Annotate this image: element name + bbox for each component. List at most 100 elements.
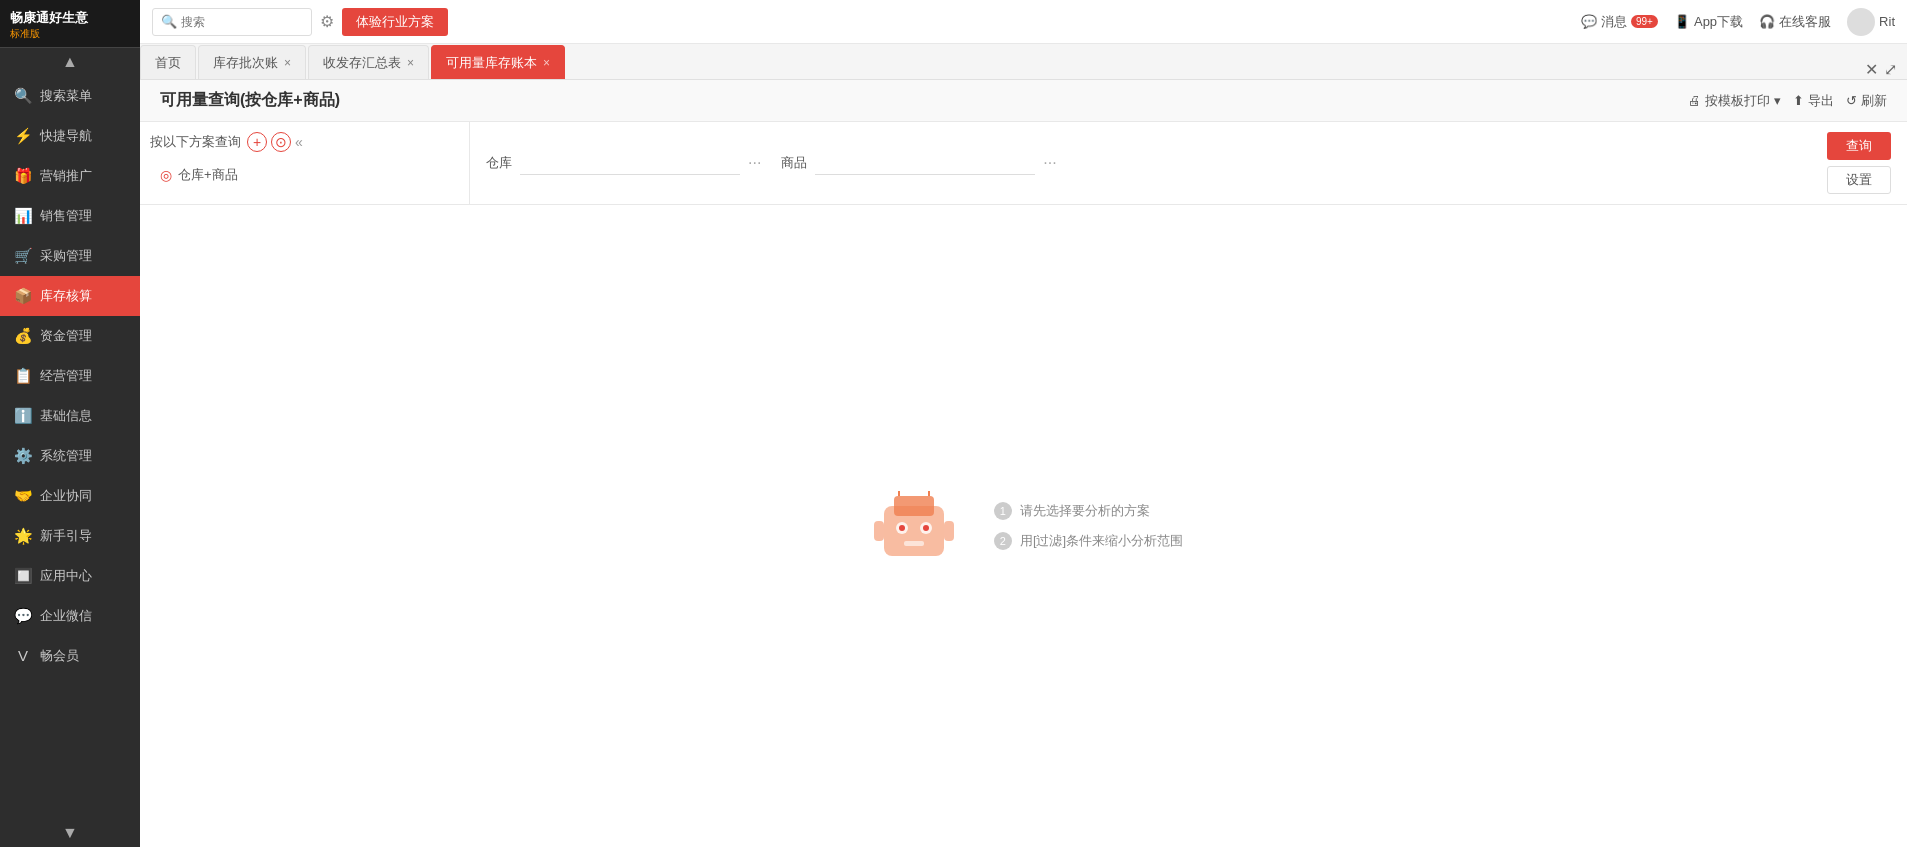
chevron-down-icon: ▾ [1774, 93, 1781, 108]
message-badge: 99+ [1631, 15, 1658, 28]
sidebar-item-sales[interactable]: 📊 销售管理 [0, 196, 140, 236]
scheme-item-warehouse-product[interactable]: ◎ 仓库+商品 [150, 160, 459, 190]
product-input[interactable] [815, 151, 1035, 175]
sidebar-item-label: 快捷导航 [40, 127, 92, 145]
close-icon[interactable]: × [407, 56, 414, 70]
tab-home[interactable]: 首页 [140, 45, 196, 79]
scheme-item-label: 仓库+商品 [178, 166, 238, 184]
chat-icon: 💬 [14, 607, 32, 625]
query-actions: 查询 设置 [1827, 132, 1891, 194]
tab-label: 收发存汇总表 [323, 54, 401, 72]
sidebar-item-system[interactable]: ⚙️ 系统管理 [0, 436, 140, 476]
sidebar-item-operations[interactable]: 📋 经营管理 [0, 356, 140, 396]
tab-batch-account[interactable]: 库存批次账 × [198, 45, 306, 79]
sidebar-item-basic[interactable]: ℹ️ 基础信息 [0, 396, 140, 436]
sidebar-item-search[interactable]: 🔍 搜索菜单 [0, 76, 140, 116]
app-download-button[interactable]: 📱 App下载 [1674, 13, 1743, 31]
settings-icon[interactable]: ⚙ [320, 12, 334, 31]
tip-text-2: 用[过滤]条件来缩小分析范围 [1020, 532, 1183, 550]
refresh-label: 刷新 [1861, 92, 1887, 110]
page-title: 可用量查询(按仓库+商品) [160, 90, 340, 111]
query-scheme-label: 按以下方案查询 [150, 133, 241, 151]
close-tab-button[interactable]: ✕ [1865, 60, 1878, 79]
warehouse-field-group: 仓库 ··· [486, 151, 761, 175]
expand-button[interactable]: ⤢ [1884, 60, 1897, 79]
close-icon[interactable]: × [284, 56, 291, 70]
product-more-button[interactable]: ··· [1043, 154, 1056, 172]
close-icon[interactable]: × [543, 56, 550, 70]
sidebar-scroll-down[interactable]: ▼ [0, 819, 140, 847]
add-scheme-button[interactable]: + [247, 132, 267, 152]
sidebar-item-finance[interactable]: 💰 资金管理 [0, 316, 140, 356]
username: Rit [1879, 14, 1895, 29]
tab-label: 首页 [155, 54, 181, 72]
gift-icon: 🎁 [14, 167, 32, 185]
cart-icon: 🛒 [14, 247, 32, 265]
query-section: 按以下方案查询 + ⊙ « ◎ 仓库+商品 仓库 ··· [140, 122, 1907, 205]
topbar-search-box[interactable]: 🔍 [152, 8, 312, 36]
main-area: 🔍 ⚙ 体验行业方案 💬 消息 99+ 📱 App下载 🎧 在线客服 Rit [140, 0, 1907, 847]
page-header-actions: 🖨 按模板打印 ▾ ⬆ 导出 ↺ 刷新 [1688, 92, 1887, 110]
sidebar-item-purchase[interactable]: 🛒 采购管理 [0, 236, 140, 276]
query-fields: 仓库 ··· 商品 ··· 查询 设置 [470, 122, 1907, 204]
warehouse-input[interactable] [520, 151, 740, 175]
tip-number-2: 2 [994, 532, 1012, 550]
sidebar-item-inventory[interactable]: 📦 库存核算 [0, 276, 140, 316]
collapse-button[interactable]: « [295, 134, 303, 150]
sidebar-item-newbie[interactable]: 🌟 新手引导 [0, 516, 140, 556]
vip-icon: V [14, 647, 32, 664]
product-field-group: 商品 ··· [781, 151, 1056, 175]
warehouse-label: 仓库 [486, 154, 512, 172]
user-menu[interactable]: Rit [1847, 8, 1895, 36]
sidebar-item-label: 销售管理 [40, 207, 92, 225]
sidebar-header: 畅康通好生意 标准版 [0, 0, 140, 48]
empty-tips: 1 请先选择要分析的方案 2 用[过滤]条件来缩小分析范围 [994, 502, 1183, 550]
sidebar-item-label: 畅会员 [40, 647, 79, 665]
sidebar-item-label: 库存核算 [40, 287, 92, 305]
money-icon: 💰 [14, 327, 32, 345]
app-name: 畅康通好生意 [10, 10, 130, 27]
settings-button[interactable]: 设置 [1827, 166, 1891, 194]
sidebar-item-enterprise[interactable]: 🤝 企业协同 [0, 476, 140, 516]
print-icon: 🖨 [1688, 93, 1701, 108]
sidebar-scroll-up[interactable]: ▲ [0, 48, 140, 76]
svg-point-5 [923, 525, 929, 531]
query-scheme-header: 按以下方案查询 + ⊙ « [150, 132, 459, 152]
headset-icon: 🎧 [1759, 14, 1775, 29]
search-icon: 🔍 [161, 14, 177, 29]
warehouse-more-button[interactable]: ··· [748, 154, 761, 172]
tabbar-right: ✕ ⤢ [1855, 60, 1907, 79]
sidebar-item-label: 企业微信 [40, 607, 92, 625]
app-download-label: App下载 [1694, 13, 1743, 31]
online-service-button[interactable]: 🎧 在线客服 [1759, 13, 1831, 31]
trial-industry-button[interactable]: 体验行业方案 [342, 8, 448, 36]
tab-receipt-summary[interactable]: 收发存汇总表 × [308, 45, 429, 79]
query-button[interactable]: 查询 [1827, 132, 1891, 160]
refresh-button[interactable]: ↺ 刷新 [1846, 92, 1887, 110]
print-button[interactable]: 🖨 按模板打印 ▾ [1688, 92, 1781, 110]
sidebar-item-wechat[interactable]: 💬 企业微信 [0, 596, 140, 636]
message-icon: 💬 [1581, 14, 1597, 29]
sidebar-item-apps[interactable]: 🔲 应用中心 [0, 556, 140, 596]
sidebar-item-member[interactable]: V 畅会员 [0, 636, 140, 676]
message-button[interactable]: 💬 消息 99+ [1581, 13, 1658, 31]
search-input[interactable] [181, 15, 301, 29]
sidebar-item-label: 基础信息 [40, 407, 92, 425]
export-button[interactable]: ⬆ 导出 [1793, 92, 1834, 110]
empty-illustration [864, 476, 964, 576]
edit-scheme-button[interactable]: ⊙ [271, 132, 291, 152]
sidebar-item-label: 营销推广 [40, 167, 92, 185]
svg-rect-8 [944, 521, 954, 541]
query-scheme-panel: 按以下方案查询 + ⊙ « ◎ 仓库+商品 [140, 122, 470, 204]
grid-icon: 🔲 [14, 567, 32, 585]
query-scheme-actions: + ⊙ « [247, 132, 303, 152]
scheme-icon: ◎ [160, 167, 172, 183]
tab-available-ledger[interactable]: 可用量库存账本 × [431, 45, 565, 79]
sidebar-item-label: 系统管理 [40, 447, 92, 465]
clipboard-icon: 📋 [14, 367, 32, 385]
print-label: 按模板打印 [1705, 92, 1770, 110]
lightning-icon: ⚡ [14, 127, 32, 145]
svg-rect-6 [904, 541, 924, 546]
sidebar-item-marketing[interactable]: 🎁 营销推广 [0, 156, 140, 196]
sidebar-item-shortcuts[interactable]: ⚡ 快捷导航 [0, 116, 140, 156]
